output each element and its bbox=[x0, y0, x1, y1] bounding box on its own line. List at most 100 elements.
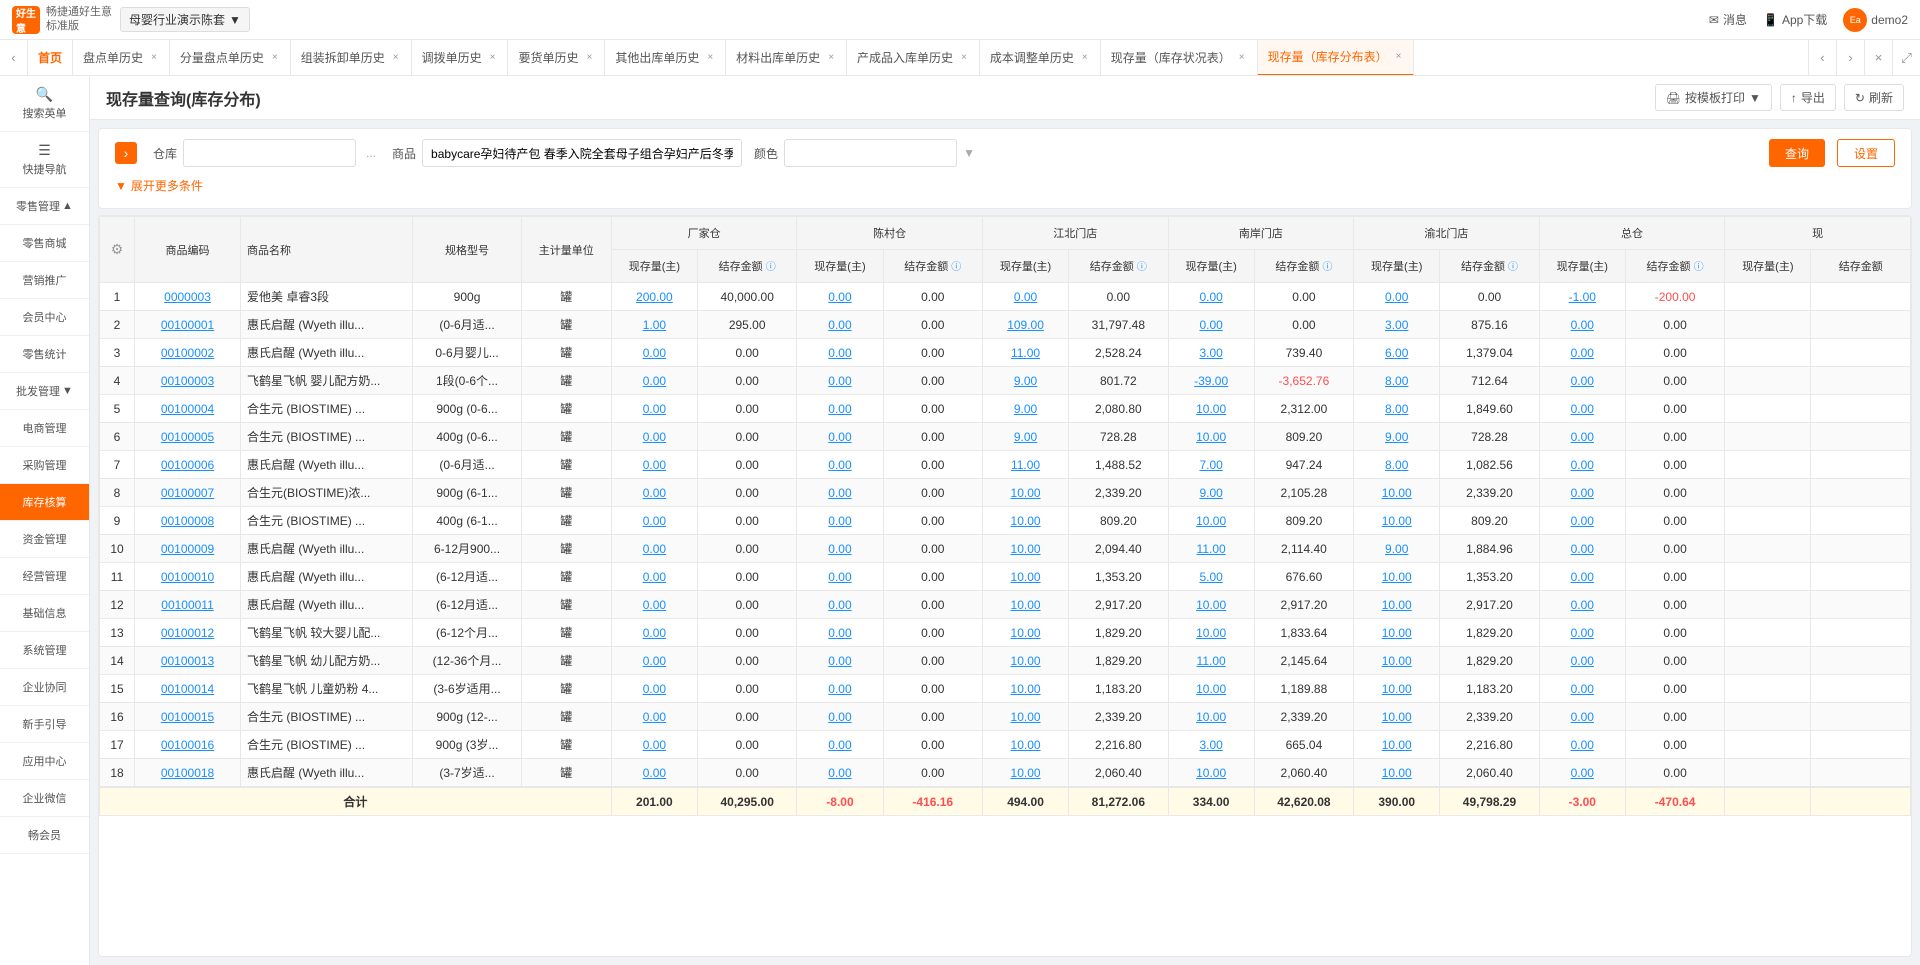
cell-luoshan-qty: 0.00 bbox=[797, 535, 883, 563]
cell-total-qty: 0.00 bbox=[1539, 759, 1625, 788]
cell-unit: 罐 bbox=[521, 395, 611, 423]
info-icon-luoshan[interactable]: ⓘ bbox=[951, 262, 961, 273]
table-row: 1 0000003 爱他美 卓睿3段 900g 罐 200.00 40,000.… bbox=[100, 283, 1911, 311]
cell-jiangbei-amt: 1,353.20 bbox=[1069, 563, 1168, 591]
tab-close-sub-inventory[interactable]: × bbox=[270, 50, 280, 65]
tab-close-stock-status[interactable]: × bbox=[1237, 50, 1247, 65]
cell-factory-qty: 0.00 bbox=[611, 479, 697, 507]
print-btn[interactable]: 🖨 按模板打印 ▼ bbox=[1655, 84, 1772, 111]
tab-close-cost-adjust[interactable]: × bbox=[1080, 50, 1090, 65]
query-btn[interactable]: 查询 bbox=[1769, 139, 1825, 167]
tab-close-demand[interactable]: × bbox=[584, 50, 594, 65]
message-btn[interactable]: ✉ 消息 bbox=[1709, 11, 1747, 28]
sidebar-item-system[interactable]: 系统管理 bbox=[0, 632, 89, 669]
cell-spec: (6-12个月... bbox=[413, 619, 521, 647]
table-row: 14 00100013 飞鹤星飞帆 幼儿配方奶... (12-36个月... 罐… bbox=[100, 647, 1911, 675]
color-input[interactable] bbox=[784, 139, 957, 167]
info-icon-factory[interactable]: ⓘ bbox=[766, 262, 776, 273]
expand-btn[interactable]: ▼ 展开更多条件 bbox=[115, 173, 203, 198]
info-icon-jiangbei[interactable]: ⓘ bbox=[1137, 262, 1147, 273]
warehouse-ellipsis[interactable]: ... bbox=[362, 146, 380, 160]
search-area: › 仓库 ... 商品 颜色 ▼ 查询 设置 bbox=[98, 128, 1912, 209]
collapse-btn[interactable]: › bbox=[115, 142, 137, 164]
cell-total-qty: 0.00 bbox=[1539, 367, 1625, 395]
tab-close-material-out[interactable]: × bbox=[826, 50, 836, 65]
info-icon-total[interactable]: ⓘ bbox=[1694, 262, 1704, 273]
cell-code: 00100001 bbox=[135, 311, 241, 339]
tab-close-inventory-single[interactable]: × bbox=[149, 50, 159, 65]
sidebar-item-ops[interactable]: 经营管理 bbox=[0, 558, 89, 595]
sidebar-item-enterprise-wechat[interactable]: 企业微信 bbox=[0, 780, 89, 817]
goods-field: 商品 bbox=[392, 139, 742, 167]
export-btn[interactable]: ↑ 导出 bbox=[1780, 84, 1836, 111]
info-icon-nanan[interactable]: ⓘ bbox=[1322, 262, 1332, 273]
sidebar-item-retail-store[interactable]: 零售商城 bbox=[0, 225, 89, 262]
sidebar-item-new-guide[interactable]: 新手引导 bbox=[0, 706, 89, 743]
goods-input[interactable] bbox=[422, 139, 742, 167]
cell-nanan-amt: 2,145.64 bbox=[1254, 647, 1353, 675]
user-menu[interactable]: Ea demo2 bbox=[1843, 8, 1908, 32]
tab-demand[interactable]: 要货单历史 × bbox=[508, 40, 605, 76]
cell-yubeibei-qty: 8.00 bbox=[1354, 395, 1440, 423]
cell-total-qty: 0.00 bbox=[1539, 479, 1625, 507]
tab-scroll-left[interactable]: ‹ bbox=[1808, 40, 1836, 76]
sidebar-item-quicknav[interactable]: ☰ 快捷导航 bbox=[0, 132, 89, 188]
cell-spec: 900g (0-6... bbox=[413, 395, 521, 423]
cell-nanan-amt: 1,833.64 bbox=[1254, 619, 1353, 647]
cell-luoshan-amt: 0.00 bbox=[883, 759, 982, 788]
sidebar-item-retail-manage[interactable]: 零售管理 ▲ bbox=[0, 188, 89, 225]
sidebar-item-purchase[interactable]: 采购管理 bbox=[0, 447, 89, 484]
tab-home[interactable]: 首页 bbox=[28, 40, 73, 76]
settings-btn[interactable]: 设置 bbox=[1837, 139, 1895, 167]
tab-close-product-in[interactable]: × bbox=[959, 50, 969, 65]
tab-close-other-out[interactable]: × bbox=[705, 50, 715, 65]
cell-code: 00100002 bbox=[135, 339, 241, 367]
warehouse-input[interactable] bbox=[183, 139, 356, 167]
tab-close-assemble[interactable]: × bbox=[391, 50, 401, 65]
tab-sub-inventory[interactable]: 分量盘点单历史 × bbox=[170, 40, 291, 76]
sidebar-item-app-center[interactable]: 应用中心 bbox=[0, 743, 89, 780]
cell-factory-amt: 0.00 bbox=[697, 619, 796, 647]
sidebar-item-search[interactable]: 🔍 搜索英单 bbox=[0, 76, 89, 132]
tab-other-out[interactable]: 其他出库单历史 × bbox=[605, 40, 726, 76]
cell-total-qty: 0.00 bbox=[1539, 619, 1625, 647]
sidebar-item-basic[interactable]: 基础信息 bbox=[0, 595, 89, 632]
cell-name: 惠氏启醒 (Wyeth illu... bbox=[241, 563, 413, 591]
cell-unit: 罐 bbox=[521, 311, 611, 339]
cell-current-amt bbox=[1811, 339, 1911, 367]
tab-transfer[interactable]: 调拨单历史 × bbox=[412, 40, 509, 76]
tab-material-out[interactable]: 材料出库单历史 × bbox=[726, 40, 847, 76]
tab-cost-adjust[interactable]: 成本调整单历史 × bbox=[980, 40, 1101, 76]
tab-stock-status[interactable]: 现存量（库存状况表） × bbox=[1101, 40, 1258, 76]
sidebar-item-member[interactable]: 会员中心 bbox=[0, 299, 89, 336]
tab-stock-dist[interactable]: 现存量（库存分布表） × bbox=[1258, 40, 1415, 76]
sidebar-item-marketing[interactable]: 营销推广 bbox=[0, 262, 89, 299]
tab-close-stock-dist[interactable]: × bbox=[1394, 49, 1404, 64]
info-icon-yubeibei[interactable]: ⓘ bbox=[1508, 262, 1518, 273]
sidebar-item-vip-member[interactable]: 畅会员 bbox=[0, 817, 89, 854]
tab-close-transfer[interactable]: × bbox=[488, 50, 498, 65]
cell-spec: (3-6岁适用... bbox=[413, 675, 521, 703]
app-download-btn[interactable]: 📱 App下载 bbox=[1763, 11, 1827, 28]
cell-total-amt: 0.00 bbox=[1625, 759, 1724, 788]
store-selector[interactable]: 母婴行业演示陈套 ▼ bbox=[120, 7, 250, 32]
settings-icon[interactable]: ⚙ bbox=[111, 241, 124, 257]
tab-expand[interactable]: ⤢ bbox=[1892, 40, 1920, 76]
tab-scroll-right[interactable]: › bbox=[1836, 40, 1864, 76]
sidebar-item-enterprise-collab[interactable]: 企业协同 bbox=[0, 669, 89, 706]
refresh-btn[interactable]: ↻ 刷新 bbox=[1844, 84, 1904, 111]
sidebar-item-wholesale[interactable]: 批发管理 ▼ bbox=[0, 373, 89, 410]
sidebar-item-retail-stats[interactable]: 零售统计 bbox=[0, 336, 89, 373]
cell-num: 6 bbox=[100, 423, 135, 451]
tab-prev-btn[interactable]: ‹ bbox=[0, 40, 28, 76]
sidebar-item-ecommerce[interactable]: 电商管理 bbox=[0, 410, 89, 447]
tab-close-all[interactable]: × bbox=[1864, 40, 1892, 76]
cell-current-qty bbox=[1725, 563, 1811, 591]
tab-assemble[interactable]: 组装拆卸单历史 × bbox=[291, 40, 412, 76]
sidebar-item-inventory[interactable]: 库存核算 bbox=[0, 484, 89, 521]
cell-jiangbei-amt: 2,060.40 bbox=[1069, 759, 1168, 788]
th-current-amt: 结存金额 bbox=[1811, 250, 1911, 283]
tab-inventory-single[interactable]: 盘点单历史 × bbox=[73, 40, 170, 76]
sidebar-item-finance[interactable]: 资金管理 bbox=[0, 521, 89, 558]
tab-product-in[interactable]: 产成品入库单历史 × bbox=[847, 40, 980, 76]
